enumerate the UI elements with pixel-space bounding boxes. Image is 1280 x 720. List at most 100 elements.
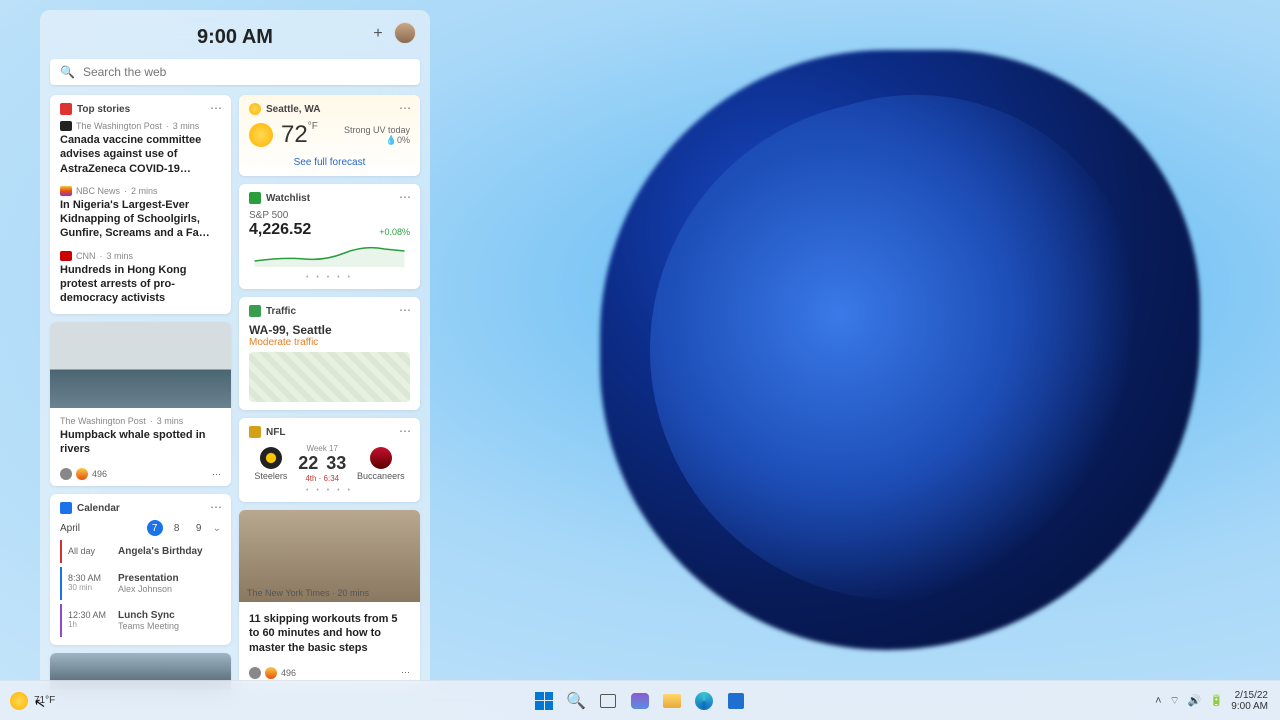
event-title: Lunch Sync (118, 610, 179, 621)
wifi-icon[interactable]: ⌔ (1170, 694, 1180, 708)
chat-icon (631, 693, 649, 709)
chat-button[interactable] (627, 688, 653, 714)
chevron-up-icon[interactable]: ˄ (1155, 695, 1161, 707)
news-headline: 11 skipping workouts from 5 to 60 minute… (249, 612, 410, 655)
widgets-panel: 9:00 AM + 🔍 Top stories ⋯ The Washington… (40, 10, 430, 690)
card-more-button[interactable]: ⋯ (210, 500, 223, 514)
taskbar-clock[interactable]: 2/15/22 9:00 AM (1231, 690, 1268, 712)
search-icon: 🔍 (60, 65, 75, 79)
news-item[interactable]: The Washington Post · 3 mins Canada vacc… (60, 121, 221, 176)
card-more-button[interactable]: ⋯ (399, 424, 412, 438)
event-title: Presentation (118, 573, 179, 584)
see-forecast-link[interactable]: See full forecast (249, 157, 410, 168)
card-title: Traffic (266, 306, 296, 317)
weather-card[interactable]: Seattle, WA ⋯ 72°F Strong UV today 💧0% S… (239, 95, 420, 176)
news-headline: In Nigeria's Largest-Ever Kidnapping of … (60, 198, 221, 241)
search-input[interactable] (83, 65, 410, 79)
event-duration: 30 min (68, 583, 110, 592)
add-widget-button[interactable]: + (368, 24, 388, 44)
user-avatar[interactable] (394, 22, 416, 44)
store-icon (728, 693, 744, 709)
traffic-status: Moderate traffic (249, 337, 410, 348)
calendar-day[interactable]: 7 (147, 520, 163, 536)
weather-location: Seattle, WA (266, 104, 320, 115)
sun-icon (249, 103, 261, 115)
folder-icon (663, 694, 681, 708)
news-age: 3 mins (173, 121, 200, 131)
event-title: Angela's Birthday (118, 546, 203, 557)
sun-icon (10, 692, 28, 710)
team-logo (370, 447, 392, 469)
card-title: Top stories (77, 104, 130, 115)
nfl-card[interactable]: NFL ⋯ Steelers Week 17 2233 4th · 6:34 B… (239, 418, 420, 502)
weather-uv: Strong UV today (344, 125, 410, 135)
task-view-icon (600, 694, 616, 708)
traffic-map (249, 352, 410, 402)
news-photo-card[interactable]: The New York Times · 20 mins 11 skipping… (239, 510, 420, 685)
calendar-event[interactable]: 8:30 AM30 min PresentationAlex Johnson (60, 567, 221, 600)
stocks-icon (249, 192, 261, 204)
card-more-button[interactable]: ⋯ (399, 101, 412, 115)
react-icon (60, 468, 72, 480)
watchlist-card[interactable]: Watchlist ⋯ S&P 500 4,226.52+0.08% • • •… (239, 184, 420, 289)
taskbar-temp: 71°F (34, 695, 55, 706)
explorer-button[interactable] (659, 688, 685, 714)
search-button[interactable]: 🔍 (563, 688, 589, 714)
weather-temp: 72 (281, 121, 308, 148)
calendar-day[interactable]: 9 (191, 520, 207, 536)
traffic-card[interactable]: Traffic ⋯ WA-99, Seattle Moderate traffi… (239, 297, 420, 410)
news-headline: Canada vaccine committee advises against… (60, 133, 221, 176)
taskbar: 71°F 🔍 ˄ ⌔ 🔊 🔋 2/15/22 9:00 AM (0, 680, 1280, 720)
system-tray: ˄ ⌔ 🔊 🔋 2/15/22 9:00 AM (1155, 690, 1280, 712)
reactions-bar[interactable]: 496 ⋯ (50, 464, 231, 486)
top-stories-card[interactable]: Top stories ⋯ The Washington Post · 3 mi… (50, 95, 231, 314)
news-headline: Hundreds in Hong Kong protest arrests of… (60, 263, 221, 306)
news-item[interactable]: NBC News · 2 mins In Nigeria's Largest-E… (60, 186, 221, 241)
card-more-button[interactable]: ⋯ (399, 190, 412, 204)
score-a: 22 (298, 453, 318, 474)
news-headline: Humpback whale spotted in rivers (60, 428, 221, 457)
volume-icon[interactable]: 🔊 (1188, 694, 1202, 707)
card-more-button[interactable]: ⋯ (212, 469, 221, 480)
news-source: NBC News (76, 186, 120, 196)
event-time: 8:30 AM (68, 573, 101, 583)
news-source: CNN (76, 251, 96, 261)
taskbar-widgets-button[interactable]: 71°F (0, 692, 55, 710)
desktop: 9:00 AM + 🔍 Top stories ⋯ The Washington… (0, 0, 1280, 720)
chevron-down-icon[interactable]: ⌄ (213, 523, 221, 534)
card-more-button[interactable]: ⋯ (401, 667, 410, 678)
news-age: 20 mins (338, 588, 370, 598)
source-logo (60, 251, 72, 261)
taskbar-center: 🔍 (531, 688, 749, 714)
news-age: 3 mins (157, 416, 184, 426)
calendar-event[interactable]: 12:30 AM1h Lunch SyncTeams Meeting (60, 604, 221, 637)
news-age: 2 mins (131, 186, 158, 196)
store-button[interactable] (723, 688, 749, 714)
news-source: The New York Times (247, 588, 330, 598)
news-photo-card[interactable]: The Washington Post · 3 mins Humpback wh… (50, 322, 231, 487)
traffic-icon (249, 305, 261, 317)
start-button[interactable] (531, 688, 557, 714)
edge-button[interactable] (691, 688, 717, 714)
calendar-day[interactable]: 8 (169, 520, 185, 536)
news-age: 3 mins (107, 251, 134, 261)
task-view-button[interactable] (595, 688, 621, 714)
panel-time: 9:00 AM (50, 26, 420, 49)
nfl-status: 4th · 6:34 (298, 474, 346, 483)
stock-index: S&P 500 (249, 210, 410, 221)
search-box[interactable]: 🔍 (50, 59, 420, 85)
card-more-button[interactable]: ⋯ (399, 303, 412, 317)
pagination-dots: • • • • • (249, 487, 410, 494)
news-source: The Washington Post (60, 416, 146, 426)
calendar-card[interactable]: Calendar ⋯ April 7 8 9 ⌄ All day Angela (50, 494, 231, 645)
calendar-event[interactable]: All day Angela's Birthday (60, 540, 221, 563)
event-time: 12:30 AM (68, 610, 106, 620)
battery-icon[interactable]: 🔋 (1210, 694, 1224, 707)
react-icon (265, 667, 277, 679)
news-item[interactable]: CNN · 3 mins Hundreds in Hong Kong prote… (60, 251, 221, 306)
card-title: NFL (266, 427, 285, 438)
wallpaper-bloom (300, 20, 1200, 670)
card-more-button[interactable]: ⋯ (210, 101, 223, 115)
calendar-icon (60, 502, 72, 514)
stock-change: +0.08% (379, 227, 410, 237)
